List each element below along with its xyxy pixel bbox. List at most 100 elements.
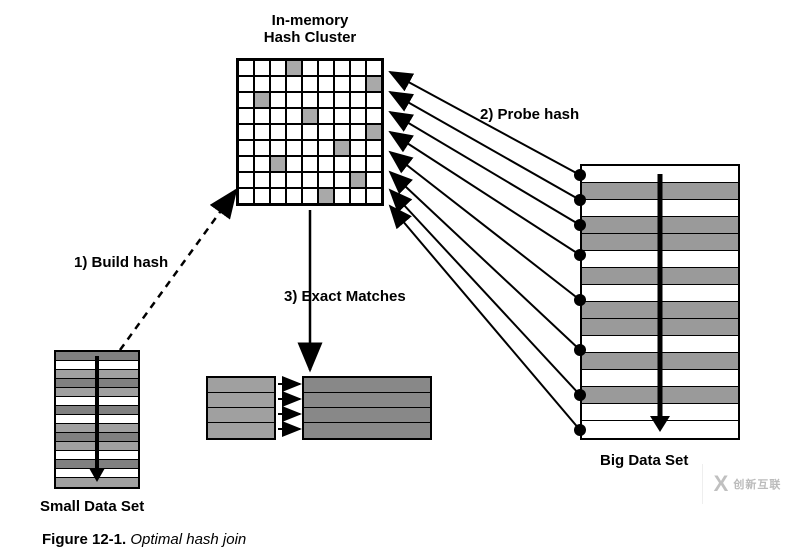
hash-cell — [286, 76, 302, 92]
hash-cell — [302, 172, 318, 188]
match-row — [208, 393, 274, 408]
hash-cell — [318, 76, 334, 92]
hash-cell — [318, 188, 334, 204]
hash-cell — [366, 108, 382, 124]
hash-cell — [334, 172, 350, 188]
probe-arrow — [390, 72, 580, 175]
hash-cell — [350, 188, 366, 204]
hash-cell — [254, 92, 270, 108]
probe-arrow — [390, 132, 580, 255]
probe-arrow — [390, 152, 580, 300]
match-row — [208, 423, 274, 438]
hash-cell — [238, 60, 254, 76]
watermark: X 创新互联 — [702, 464, 792, 504]
hash-cluster-grid — [236, 58, 384, 206]
hash-cell — [238, 92, 254, 108]
hash-cell — [270, 124, 286, 140]
hash-cell — [254, 124, 270, 140]
hash-cell — [270, 156, 286, 172]
hash-cell — [334, 108, 350, 124]
probe-arrow — [390, 112, 580, 225]
build-hash-label: 1) Build hash — [74, 254, 168, 271]
hash-cell — [254, 172, 270, 188]
probe-hash-label: 2) Probe hash — [480, 106, 579, 123]
hash-cell — [302, 188, 318, 204]
probe-arrow — [390, 190, 580, 395]
exact-matches-label: 3) Exact Matches — [284, 288, 406, 305]
hash-cell — [286, 60, 302, 76]
hash-cell — [302, 92, 318, 108]
hash-cell — [286, 108, 302, 124]
hash-cell — [318, 172, 334, 188]
hash-cell — [318, 108, 334, 124]
hash-cell — [286, 156, 302, 172]
hash-cell — [302, 60, 318, 76]
diagram-canvas: In-memory Hash Cluster 1) Build hash 2) … — [0, 0, 792, 560]
hash-cell — [302, 76, 318, 92]
hash-cell — [270, 92, 286, 108]
hash-cell — [270, 172, 286, 188]
hash-cell — [238, 108, 254, 124]
hash-cell — [238, 156, 254, 172]
hash-cell — [238, 124, 254, 140]
hash-cell — [350, 140, 366, 156]
watermark-text: 创新互联 — [733, 476, 781, 492]
match-row — [304, 393, 430, 408]
hash-cell — [254, 188, 270, 204]
hash-cell — [270, 60, 286, 76]
hash-cell — [334, 92, 350, 108]
big-set-down-arrow — [580, 174, 740, 432]
hash-cell — [334, 140, 350, 156]
match-row — [304, 408, 430, 423]
hash-cell — [254, 108, 270, 124]
figure-text: Optimal hash join — [130, 531, 246, 548]
hash-cell — [238, 76, 254, 92]
small-set-down-arrow — [54, 356, 140, 482]
hash-cluster-title-line1: In-memory — [230, 12, 390, 29]
hash-cell — [334, 156, 350, 172]
hash-cell — [270, 108, 286, 124]
hash-cell — [318, 140, 334, 156]
hash-cell — [270, 140, 286, 156]
hash-cell — [254, 60, 270, 76]
match-result-small — [206, 376, 276, 440]
hash-cell — [350, 124, 366, 140]
hash-cluster-title: In-memory Hash Cluster — [230, 12, 390, 46]
hash-cell — [302, 140, 318, 156]
hash-cell — [366, 92, 382, 108]
hash-cell — [254, 156, 270, 172]
hash-cell — [334, 60, 350, 76]
hash-cluster-title-line2: Hash Cluster — [230, 29, 390, 46]
hash-cell — [286, 188, 302, 204]
hash-cell — [366, 156, 382, 172]
hash-cell — [350, 92, 366, 108]
match-row — [208, 408, 274, 423]
watermark-icon: X — [714, 471, 730, 497]
hash-cell — [254, 76, 270, 92]
hash-cell — [350, 156, 366, 172]
hash-cell — [302, 156, 318, 172]
hash-cell — [366, 140, 382, 156]
hash-cell — [286, 172, 302, 188]
figure-number: Figure 12-1. — [42, 531, 126, 548]
hash-cell — [350, 108, 366, 124]
hash-cell — [334, 124, 350, 140]
hash-cell — [302, 108, 318, 124]
big-data-set-label: Big Data Set — [600, 452, 688, 469]
figure-caption: Figure 12-1. Optimal hash join — [42, 531, 246, 548]
hash-cell — [238, 172, 254, 188]
hash-cell — [350, 172, 366, 188]
match-row — [304, 378, 430, 393]
hash-cell — [350, 60, 366, 76]
hash-cell — [334, 76, 350, 92]
hash-cell — [366, 76, 382, 92]
match-result-big — [302, 376, 432, 440]
hash-cell — [366, 188, 382, 204]
hash-cell — [238, 140, 254, 156]
hash-cell — [318, 124, 334, 140]
hash-cell — [286, 140, 302, 156]
small-data-set-label: Small Data Set — [40, 498, 144, 515]
hash-cell — [366, 60, 382, 76]
hash-cell — [334, 188, 350, 204]
match-row — [208, 378, 274, 393]
